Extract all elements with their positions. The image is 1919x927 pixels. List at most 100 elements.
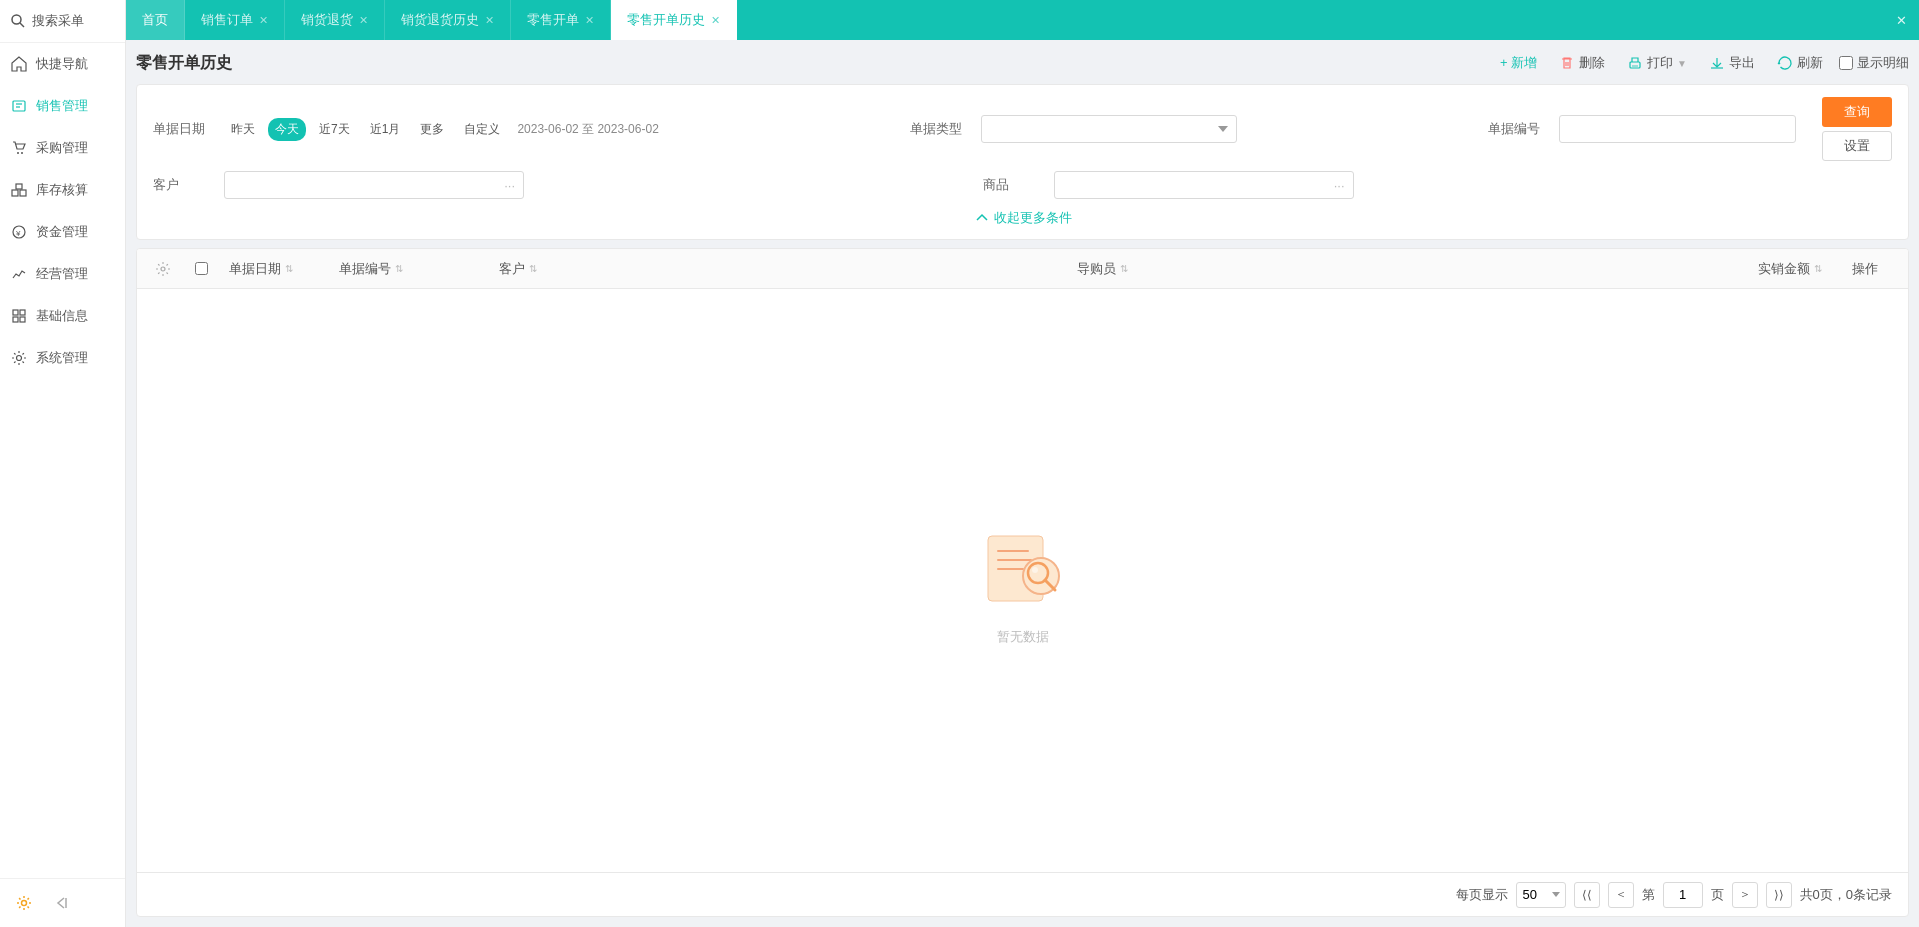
purchase-icon — [10, 139, 28, 157]
delete-label: 删除 — [1579, 54, 1605, 72]
add-label: + 新增 — [1500, 54, 1537, 72]
svg-rect-9 — [16, 184, 22, 189]
svg-point-16 — [17, 356, 22, 361]
sidebar-item-label: 资金管理 — [36, 223, 88, 241]
select-all-checkbox[interactable] — [195, 262, 208, 275]
sidebar-bottom — [0, 878, 125, 927]
sidebar-item-label: 采购管理 — [36, 139, 88, 157]
print-icon — [1627, 55, 1643, 72]
type-filter-select[interactable] — [981, 115, 1238, 143]
refresh-label: 刷新 — [1797, 54, 1823, 72]
tab-home[interactable]: 首页 — [126, 0, 185, 40]
product-input[interactable]: ··· — [1054, 171, 1354, 199]
sidebar-item-purchase[interactable]: 采购管理 — [0, 127, 125, 169]
table-header-client[interactable]: 客户 ⇅ — [491, 260, 1069, 278]
svg-point-5 — [17, 152, 19, 154]
page-input[interactable] — [1663, 882, 1703, 908]
tab-retail-open-history-close[interactable]: ✕ — [711, 14, 720, 27]
table-header-order-no[interactable]: 单据编号 ⇅ — [331, 260, 491, 278]
sidebar: 搜索采单 快捷导航 销售管理 采购管理 库存核算 — [0, 0, 126, 927]
table-header-op: 操作 — [1830, 260, 1900, 278]
export-icon — [1709, 55, 1725, 72]
collapse-button[interactable]: 收起更多条件 — [153, 209, 1892, 227]
show-detail-label: 显示明细 — [1857, 54, 1909, 72]
export-button[interactable]: 导出 — [1703, 50, 1761, 76]
top-nav: 首页 销售订单 ✕ 销货退货 ✕ 销货退货历史 ✕ 零售开单 ✕ 零售开单历史 … — [126, 0, 1919, 40]
filter-row-2: 客户 ··· 商品 ··· — [153, 171, 1892, 199]
type-filter-label: 单据类型 — [910, 120, 965, 138]
collapse-label: 收起更多条件 — [994, 209, 1072, 227]
refresh-icon — [1777, 55, 1793, 72]
table-header-checkbox[interactable] — [181, 262, 221, 275]
tab-retail-open[interactable]: 零售开单 ✕ — [511, 0, 611, 40]
svg-rect-7 — [12, 190, 18, 196]
show-detail-checkbox[interactable]: 显示明细 — [1839, 54, 1909, 72]
date-btn-more[interactable]: 更多 — [413, 118, 451, 141]
tab-sales-return-history-close[interactable]: ✕ — [485, 14, 494, 27]
date-filter-label: 单据日期 — [153, 120, 208, 138]
date-btn-yesterday[interactable]: 昨天 — [224, 118, 262, 141]
svg-rect-22 — [1632, 65, 1638, 67]
tab-sales-return-label: 销货退货 — [301, 11, 353, 29]
sidebar-search[interactable]: 搜索采单 — [0, 0, 125, 43]
print-dropdown-icon[interactable]: ▼ — [1677, 58, 1687, 69]
table-header-guide[interactable]: 导购员 ⇅ — [1069, 260, 1169, 278]
settings-bottom-icon[interactable] — [10, 889, 38, 917]
tab-retail-open-close[interactable]: ✕ — [585, 14, 594, 27]
date-btn-7days[interactable]: 近7天 — [312, 118, 357, 141]
date-shortcuts: 昨天 今天 近7天 近1月 更多 自定义 2023-06-02 至 2023-0… — [224, 118, 659, 141]
sidebar-item-sales[interactable]: 销售管理 — [0, 85, 125, 127]
export-label: 导出 — [1729, 54, 1755, 72]
sidebar-item-label: 销售管理 — [36, 97, 88, 115]
table-settings-btn[interactable] — [145, 261, 181, 277]
date-btn-1month[interactable]: 近1月 — [363, 118, 408, 141]
per-page-select[interactable]: 50 10 20 100 — [1516, 882, 1566, 908]
tab-sales-return-history-label: 销货退货历史 — [401, 11, 479, 29]
refresh-button[interactable]: 刷新 — [1771, 50, 1829, 76]
tab-retail-open-history-label: 零售开单历史 — [627, 11, 705, 29]
order-no-input[interactable] — [1559, 115, 1796, 143]
tab-sales-return-history[interactable]: 销货退货历史 ✕ — [385, 0, 511, 40]
filter-actions: 查询 设置 — [1812, 97, 1892, 161]
table-card: 单据日期 ⇅ 单据编号 ⇅ 客户 ⇅ 导购员 ⇅ 实销金额 — [136, 248, 1909, 917]
svg-point-6 — [21, 152, 23, 154]
sort-order-icon: ⇅ — [395, 263, 403, 274]
page-label: 第 — [1642, 886, 1655, 904]
sidebar-item-system[interactable]: 系统管理 — [0, 337, 125, 379]
total-text: 共0页，0条记录 — [1800, 886, 1892, 904]
tab-retail-open-history[interactable]: 零售开单历史 ✕ — [611, 0, 737, 40]
page-first-btn[interactable]: ⟨⟨ — [1574, 882, 1600, 908]
page-prev-btn[interactable]: ＜ — [1608, 882, 1634, 908]
show-detail-check[interactable] — [1839, 56, 1853, 70]
toolbar-actions: + 新增 删除 打印 ▼ — [1494, 50, 1909, 76]
delete-button[interactable]: 删除 — [1553, 50, 1611, 76]
table-header-amount[interactable]: 实销金额 ⇅ — [1730, 260, 1830, 278]
set-button[interactable]: 设置 — [1822, 131, 1892, 161]
tab-sales-return-close[interactable]: ✕ — [359, 14, 368, 27]
client-input[interactable]: ··· — [224, 171, 524, 199]
table-header-date[interactable]: 单据日期 ⇅ — [221, 260, 331, 278]
collapse-sidebar-icon[interactable] — [48, 889, 76, 917]
sales-icon — [10, 97, 28, 115]
tab-sales-order-label: 销售订单 — [201, 11, 253, 29]
tab-sales-order-close[interactable]: ✕ — [259, 14, 268, 27]
main-area: 首页 销售订单 ✕ 销货退货 ✕ 销货退货历史 ✕ 零售开单 ✕ 零售开单历史 … — [126, 0, 1919, 927]
sidebar-item-inventory[interactable]: 库存核算 — [0, 169, 125, 211]
page-last-btn[interactable]: ⟩⟩ — [1766, 882, 1792, 908]
page-next-btn[interactable]: ＞ — [1732, 882, 1758, 908]
print-label: 打印 — [1647, 54, 1673, 72]
query-button[interactable]: 查询 — [1822, 97, 1892, 127]
sidebar-item-operation[interactable]: 经营管理 — [0, 253, 125, 295]
sort-client-icon: ⇅ — [529, 263, 537, 274]
tab-sales-return[interactable]: 销货退货 ✕ — [285, 0, 385, 40]
sidebar-item-quick-nav[interactable]: 快捷导航 — [0, 43, 125, 85]
sidebar-item-basic[interactable]: 基础信息 — [0, 295, 125, 337]
sidebar-item-finance[interactable]: ¥ 资金管理 — [0, 211, 125, 253]
date-btn-today[interactable]: 今天 — [268, 118, 306, 141]
nav-close-btn[interactable]: ✕ — [1896, 13, 1907, 28]
tab-sales-order[interactable]: 销售订单 ✕ — [185, 0, 285, 40]
sort-guide-icon: ⇅ — [1120, 263, 1128, 274]
print-button[interactable]: 打印 ▼ — [1621, 50, 1693, 76]
add-button[interactable]: + 新增 — [1494, 50, 1543, 76]
date-btn-custom[interactable]: 自定义 — [457, 118, 507, 141]
